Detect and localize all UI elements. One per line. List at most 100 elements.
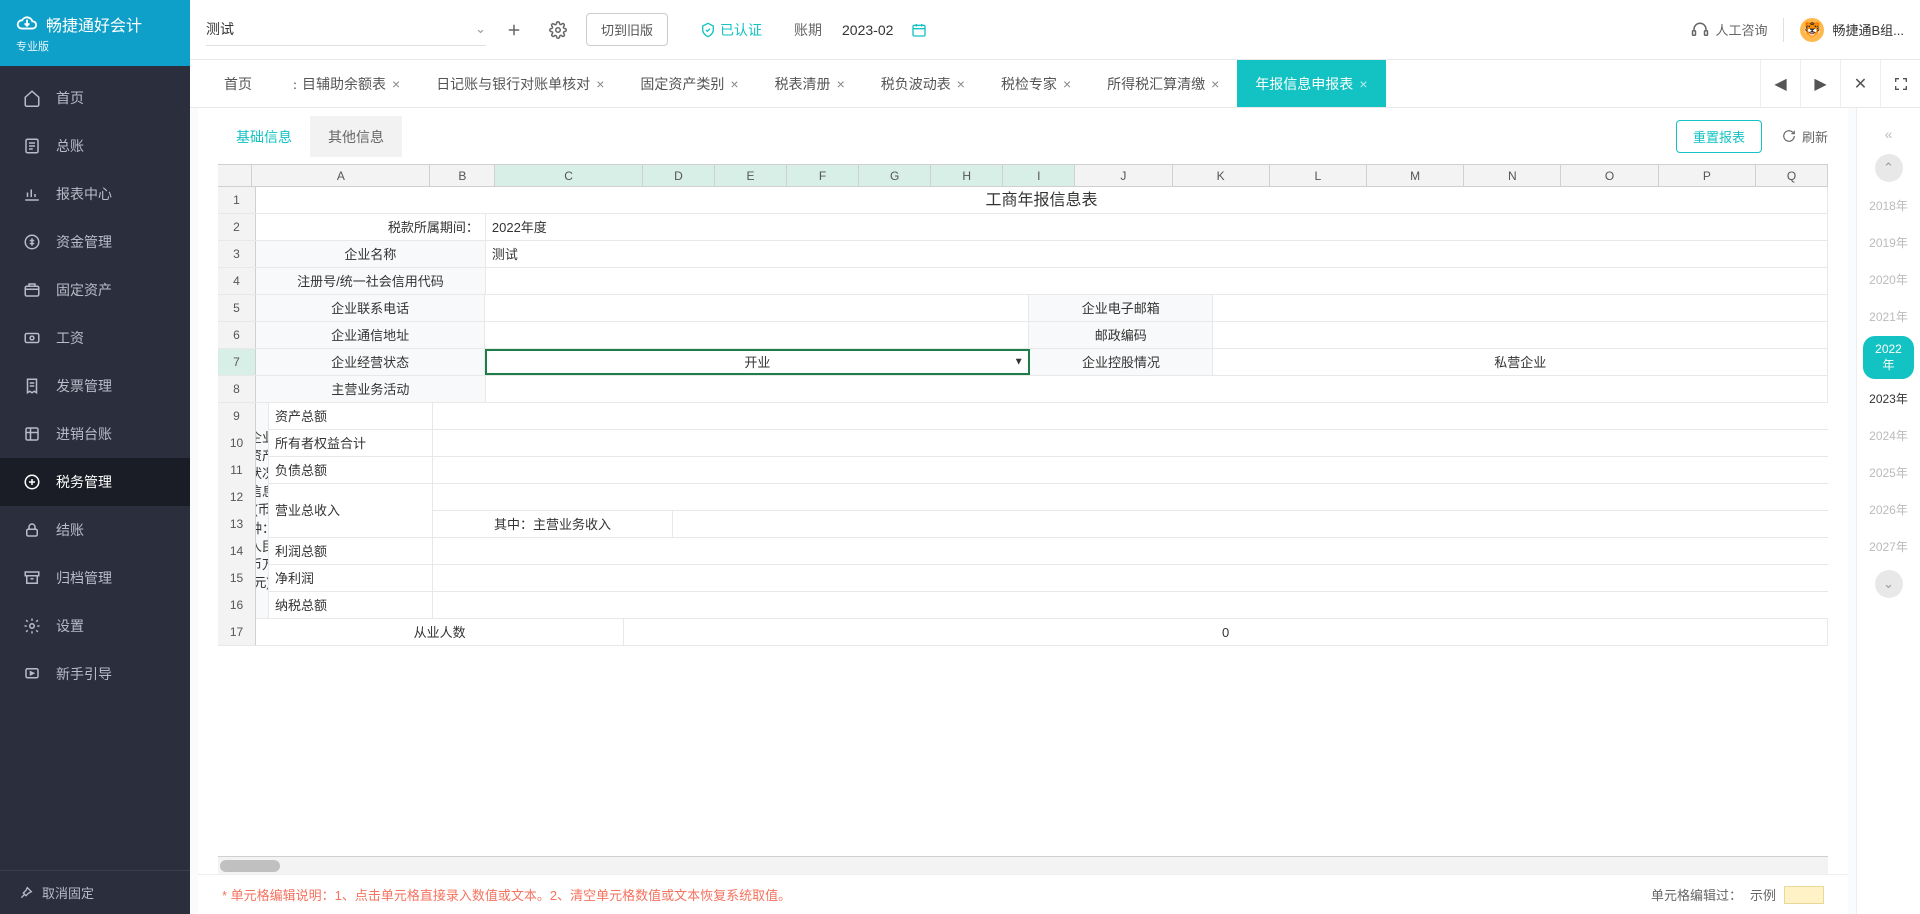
select-all-corner[interactable] xyxy=(218,165,252,186)
year-option[interactable]: 2027年 xyxy=(1857,529,1920,564)
asset-row-value[interactable] xyxy=(433,484,1828,510)
nav-guide[interactable]: 新手引导 xyxy=(0,650,190,698)
grid-body[interactable]: 1工商年报信息表 2税款所属期间：2022年度 3企业名称测试 4注册号/统一社… xyxy=(218,187,1828,856)
tab-tax-expert[interactable]: 税检专家× xyxy=(983,60,1089,107)
user-menu[interactable]: 🐯 畅捷通B组... xyxy=(1800,18,1904,42)
row-header[interactable]: 14 xyxy=(218,538,256,565)
tab-asset-category[interactable]: 固定资产类别× xyxy=(622,60,756,107)
sub-tab-basic[interactable]: 基础信息 xyxy=(218,116,310,157)
col-header[interactable]: A xyxy=(252,165,430,186)
nav-reports[interactable]: 报表中心 xyxy=(0,170,190,218)
reg-code-label[interactable]: 注册号/统一社会信用代码 xyxy=(256,268,486,294)
nav-closing[interactable]: 结账 xyxy=(0,506,190,554)
email-cell[interactable] xyxy=(1213,295,1828,321)
company-name-label[interactable]: 企业名称 xyxy=(256,241,486,267)
col-header[interactable]: I xyxy=(1003,165,1075,186)
tabs-prev-button[interactable]: ◀ xyxy=(1760,60,1800,107)
phone-cell[interactable] xyxy=(485,295,1029,321)
tabs-next-button[interactable]: ▶ xyxy=(1800,60,1840,107)
period-value-cell[interactable]: 2022年度 xyxy=(486,214,1828,240)
row-header[interactable]: 7 xyxy=(218,349,256,375)
nav-tax[interactable]: 税务管理 xyxy=(0,458,190,506)
asset-row-label[interactable]: 营业总收入 xyxy=(269,484,433,538)
row-header[interactable]: 17 xyxy=(218,619,256,645)
holding-label[interactable]: 企业控股情况 xyxy=(1030,349,1214,375)
year-option[interactable]: 2019年 xyxy=(1857,225,1920,260)
tab-annual-report[interactable]: 年报信息申报表× xyxy=(1237,60,1385,107)
employees-label[interactable]: 从业人数 xyxy=(256,619,624,645)
calendar-icon[interactable] xyxy=(911,22,927,38)
year-option[interactable]: 2018年 xyxy=(1857,188,1920,223)
row-header[interactable]: 4 xyxy=(218,268,256,294)
col-header[interactable]: M xyxy=(1367,165,1464,186)
main-revenue-label[interactable]: 其中：主营业务收入 xyxy=(433,511,673,537)
tab-tax-list[interactable]: 税表清册× xyxy=(757,60,863,107)
asset-row-value[interactable] xyxy=(433,538,1828,564)
col-header[interactable]: O xyxy=(1561,165,1658,186)
row-header[interactable]: 9 xyxy=(218,403,256,430)
asset-row-label[interactable]: 纳税总额 xyxy=(269,592,433,618)
asset-row-value[interactable] xyxy=(433,403,1828,429)
postal-cell[interactable] xyxy=(1213,322,1828,348)
close-icon[interactable]: × xyxy=(1359,76,1367,92)
close-icon[interactable]: × xyxy=(596,76,604,92)
asset-row-value[interactable] xyxy=(433,457,1828,483)
collapse-icon[interactable]: « xyxy=(1879,120,1899,148)
row-header[interactable]: 10 xyxy=(218,430,256,457)
asset-row-label[interactable]: 利润总额 xyxy=(269,538,433,564)
col-header[interactable]: F xyxy=(787,165,859,186)
reset-button[interactable]: 重置报表 xyxy=(1676,120,1762,153)
asset-row-value[interactable] xyxy=(433,565,1828,591)
asset-row-value[interactable] xyxy=(433,430,1828,456)
nav-salary[interactable]: 工资 xyxy=(0,314,190,362)
col-header[interactable]: B xyxy=(430,165,495,186)
add-button[interactable] xyxy=(498,14,530,46)
col-header[interactable]: J xyxy=(1075,165,1172,186)
col-header[interactable]: L xyxy=(1270,165,1367,186)
nav-funds[interactable]: 资金管理 xyxy=(0,218,190,266)
reg-code-cell[interactable] xyxy=(486,268,1828,294)
row-header[interactable]: 12 xyxy=(218,484,256,511)
col-header[interactable]: P xyxy=(1659,165,1756,186)
close-icon[interactable]: × xyxy=(1063,76,1071,92)
nav-settings[interactable]: 设置 xyxy=(0,602,190,650)
nav-ledger[interactable]: 总账 xyxy=(0,122,190,170)
consult-button[interactable]: 人工咨询 xyxy=(1691,20,1767,39)
nav-invoice[interactable]: 发票管理 xyxy=(0,362,190,410)
fullscreen-button[interactable] xyxy=(1880,60,1920,107)
col-header[interactable]: D xyxy=(643,165,715,186)
year-down-button[interactable]: ⌄ xyxy=(1875,570,1903,598)
close-icon[interactable]: × xyxy=(392,76,400,92)
close-icon[interactable]: × xyxy=(957,76,965,92)
nav-archive[interactable]: 归档管理 xyxy=(0,554,190,602)
row-header[interactable]: 2 xyxy=(218,214,256,240)
refresh-button[interactable]: 刷新 xyxy=(1782,127,1828,146)
asset-row-label[interactable]: 所有者权益合计 xyxy=(269,430,433,456)
tabs-close-button[interactable]: ✕ xyxy=(1840,60,1880,107)
asset-row-label[interactable]: 资产总额 xyxy=(269,403,433,429)
address-cell[interactable] xyxy=(485,322,1029,348)
horizontal-scrollbar[interactable] xyxy=(218,856,1828,874)
col-header[interactable]: Q xyxy=(1756,165,1828,186)
close-icon[interactable]: × xyxy=(730,76,738,92)
period-label-cell[interactable]: 税款所属期间： xyxy=(256,214,486,240)
year-option[interactable]: 2025年 xyxy=(1857,455,1920,490)
tab-home[interactable]: 首页 xyxy=(206,60,270,107)
nav-home[interactable]: 首页 xyxy=(0,74,190,122)
year-option-active[interactable]: 2022年 xyxy=(1863,336,1914,379)
company-selector[interactable]: 测试 ⌄ xyxy=(206,13,486,46)
main-biz-label[interactable]: 主营业务活动 xyxy=(256,376,486,402)
close-icon[interactable]: × xyxy=(837,76,845,92)
year-option[interactable]: 2026年 xyxy=(1857,492,1920,527)
postal-label[interactable]: 邮政编码 xyxy=(1029,322,1213,348)
main-biz-cell[interactable] xyxy=(486,376,1828,402)
close-icon[interactable]: × xyxy=(1211,76,1219,92)
col-header[interactable]: C xyxy=(495,165,643,186)
sub-tab-other[interactable]: 其他信息 xyxy=(310,116,402,157)
tab-tax-fluctuation[interactable]: 税负波动表× xyxy=(863,60,983,107)
year-up-button[interactable]: ⌃ xyxy=(1875,154,1903,182)
col-header[interactable]: N xyxy=(1464,165,1561,186)
switch-old-button[interactable]: 切到旧版 xyxy=(586,13,668,46)
tab-journal-bank[interactable]: 日记账与银行对账单核对× xyxy=(418,60,622,107)
asset-row-value[interactable] xyxy=(673,511,1828,537)
